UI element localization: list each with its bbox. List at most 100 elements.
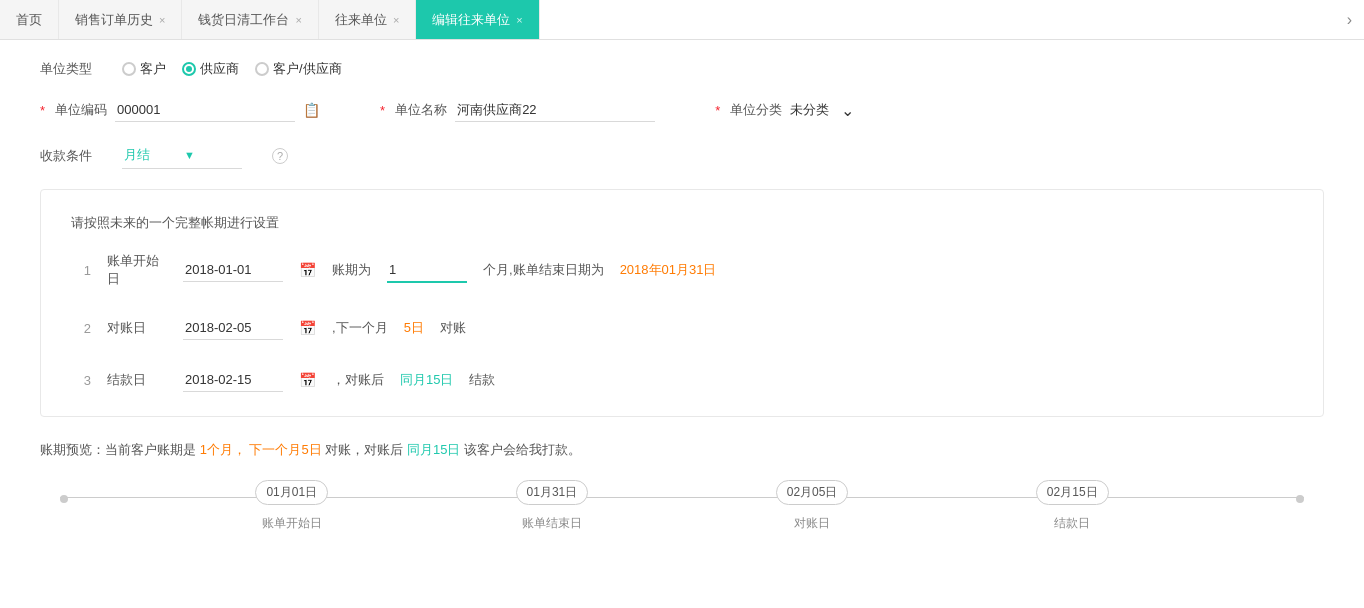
timeline-badge-4: 02月15日	[1036, 480, 1109, 505]
unit-type-row: 单位类型 客户 供应商 客户/供应商	[40, 60, 1324, 78]
timeline-label-2: 账单结束日	[522, 515, 582, 532]
radio-supplier-circle	[182, 62, 196, 76]
unit-name-input[interactable]	[455, 98, 655, 122]
tab-partner-units[interactable]: 往来单位 ×	[319, 0, 416, 39]
unit-category-field: * 单位分类 未分类 ⌄	[715, 101, 854, 120]
tab-edit-partner-close[interactable]: ×	[516, 14, 522, 26]
preview-part3: 对账，对账后	[325, 442, 403, 457]
setting-row-1: 1 账单开始日 📅 账期为 个月,账单结束日期为 2018年01月31日	[71, 252, 1293, 288]
payment-terms-value: 月结	[124, 146, 180, 164]
unit-code-field: * 单位编码 📋	[40, 98, 320, 122]
row-2-number: 2	[71, 321, 91, 336]
timeline-end-dot	[1296, 495, 1304, 503]
unit-type-label: 单位类型	[40, 60, 92, 78]
radio-customer[interactable]: 客户	[122, 60, 166, 78]
tab-sales-history-close[interactable]: ×	[159, 14, 165, 26]
unit-code-star: *	[40, 103, 45, 118]
timeline-badge-1: 01月01日	[255, 480, 328, 505]
row-3-number: 3	[71, 373, 91, 388]
tab-sales-history-label: 销售订单历史	[75, 11, 153, 29]
row-1-period-input[interactable]	[387, 258, 467, 283]
timeline-badge-3: 02月05日	[776, 480, 849, 505]
tab-cash-ledger-label: 钱货日清工作台	[198, 11, 289, 29]
unit-name-star: *	[380, 103, 385, 118]
tab-edit-partner-label: 编辑往来单位	[432, 11, 510, 29]
tab-cash-ledger[interactable]: 钱货日清工作台 ×	[182, 0, 318, 39]
row-2-desc-suffix: 对账	[440, 319, 466, 337]
setting-row-3: 3 结款日 📅 ，对账后 同月15日 结款	[71, 368, 1293, 392]
preview-section: 账期预览：当前客户账期是 1个月， 下一个月5日 对账，对账后 同月15日 该客…	[40, 441, 1324, 459]
row-3-desc-suffix: 结款	[469, 371, 495, 389]
timeline-start-dot	[60, 495, 68, 503]
timeline-badge-2: 01月31日	[516, 480, 589, 505]
preview-label: 账期预览：当前客户账期是	[40, 442, 196, 457]
row-3-label: 结款日	[107, 371, 167, 389]
preview-part1: 1个月，	[200, 442, 246, 457]
payment-terms-help[interactable]: ?	[272, 148, 288, 164]
unit-type-radio-group: 客户 供应商 客户/供应商	[122, 60, 342, 78]
preview-part5: 该客户会给我打款。	[464, 442, 581, 457]
unit-category-value: 未分类	[790, 101, 829, 119]
preview-part4: 同月15日	[407, 442, 460, 457]
timeline-label-4: 结款日	[1054, 515, 1090, 532]
unit-code-label: 单位编码	[55, 101, 107, 119]
row-2-highlight: 5日	[404, 319, 424, 337]
radio-customer-supplier-circle	[255, 62, 269, 76]
row-1-desc-before: 账期为	[332, 261, 371, 279]
timeline-label-3: 对账日	[794, 515, 830, 532]
row-3-date-input[interactable]	[183, 368, 283, 392]
row-1-desc-after: 个月,账单结束日期为	[483, 261, 604, 279]
unit-name-field: * 单位名称	[380, 98, 655, 122]
row-2-desc-prefix: ,下一个月	[332, 319, 388, 337]
timeline-point-4: 02月15日 结款日	[1036, 483, 1109, 532]
row-1-end-date: 2018年01月31日	[620, 261, 717, 279]
unit-info-row: * 单位编码 📋 * 单位名称 * 单位分类 未分类 ⌄	[40, 98, 1324, 122]
tab-partner-units-label: 往来单位	[335, 11, 387, 29]
timeline-end-cap	[1296, 483, 1304, 532]
row-1-date-input[interactable]	[183, 258, 283, 282]
row-2-calendar[interactable]: 📅	[299, 320, 316, 336]
tabs-chevron[interactable]: ›	[1335, 11, 1364, 29]
timeline-point-2: 01月31日 账单结束日	[516, 483, 589, 532]
unit-category-label: 单位分类	[730, 101, 782, 119]
timeline-point-1: 01月01日 账单开始日	[255, 483, 328, 532]
payment-terms-select[interactable]: 月结 ▼	[122, 142, 242, 169]
setting-row-2: 2 对账日 📅 ,下一个月 5日 对账	[71, 316, 1293, 340]
preview-part2: 下一个月5日	[249, 442, 321, 457]
radio-supplier[interactable]: 供应商	[182, 60, 239, 78]
timeline: 01月01日 账单开始日 01月31日 账单结束日 02月05日 对账日 02月…	[40, 483, 1324, 532]
tab-home[interactable]: 首页	[0, 0, 59, 39]
radio-customer-supplier[interactable]: 客户/供应商	[255, 60, 342, 78]
unit-code-input[interactable]	[115, 98, 295, 122]
row-3-desc-prefix: ，对账后	[332, 371, 384, 389]
tab-partner-units-close[interactable]: ×	[393, 14, 399, 26]
row-1-label: 账单开始日	[107, 252, 167, 288]
settings-box: 请按照未来的一个完整帐期进行设置 1 账单开始日 📅 账期为 个月,账单结束日期…	[40, 189, 1324, 417]
payment-terms-chevron: ▼	[184, 149, 240, 161]
row-1-calendar[interactable]: 📅	[299, 262, 316, 278]
unit-code-icon[interactable]: 📋	[303, 102, 320, 118]
tab-home-label: 首页	[16, 11, 42, 29]
radio-customer-circle	[122, 62, 136, 76]
category-dropdown-arrow: ⌄	[841, 101, 854, 120]
row-3-calendar[interactable]: 📅	[299, 372, 316, 388]
payment-terms-row: 收款条件 月结 ▼ ?	[40, 142, 1324, 169]
unit-category-star: *	[715, 103, 720, 118]
row-2-date-input[interactable]	[183, 316, 283, 340]
tabs-bar: 首页 销售订单历史 × 钱货日清工作台 × 往来单位 × 编辑往来单位 × ›	[0, 0, 1364, 40]
tab-edit-partner[interactable]: 编辑往来单位 ×	[416, 0, 539, 39]
timeline-points: 01月01日 账单开始日 01月31日 账单结束日 02月05日 对账日 02月…	[60, 483, 1304, 532]
unit-category-select[interactable]: 未分类 ⌄	[790, 101, 854, 120]
row-2-label: 对账日	[107, 319, 167, 337]
radio-customer-label: 客户	[140, 60, 166, 78]
tab-cash-ledger-close[interactable]: ×	[295, 14, 301, 26]
row-3-highlight: 同月15日	[400, 371, 453, 389]
tab-sales-history[interactable]: 销售订单历史 ×	[59, 0, 182, 39]
timeline-point-3: 02月05日 对账日	[776, 483, 849, 532]
settings-title: 请按照未来的一个完整帐期进行设置	[71, 214, 1293, 232]
timeline-start-cap	[60, 483, 68, 532]
payment-terms-label: 收款条件	[40, 147, 92, 165]
unit-name-label: 单位名称	[395, 101, 447, 119]
radio-customer-supplier-label: 客户/供应商	[273, 60, 342, 78]
row-1-number: 1	[71, 263, 91, 278]
